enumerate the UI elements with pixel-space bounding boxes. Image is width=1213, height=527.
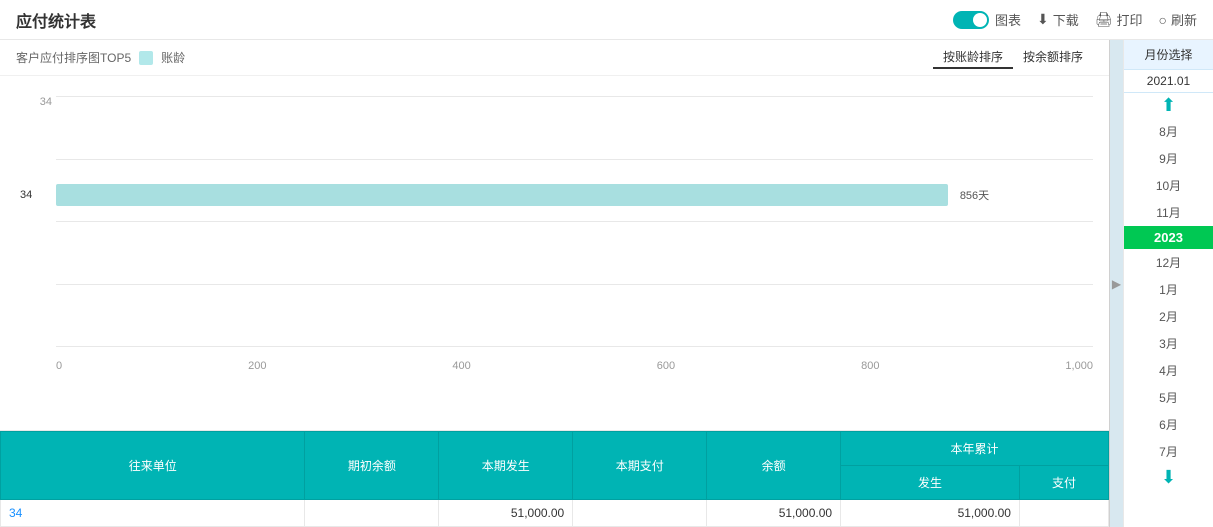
refresh-label: 刷新 (1171, 10, 1197, 29)
data-table: 往来单位 期初余额 本期发生 本期支付 余额 本年累计 发生 支付 (0, 431, 1109, 527)
th-unit: 往来单位 (1, 432, 305, 500)
print-label: 打印 (1117, 10, 1143, 29)
sidebar-month-11[interactable]: 7月 (1124, 438, 1213, 465)
x-label-5: 1,000 (1065, 360, 1093, 372)
toggle-thumb (973, 13, 987, 27)
sidebar-month-8[interactable]: 4月 (1124, 357, 1213, 384)
sidebar-year-input[interactable] (1124, 70, 1213, 93)
sidebar-month-7[interactable]: 3月 (1124, 330, 1213, 357)
bar-fill-0 (56, 184, 948, 206)
sidebar-month-list: ⬆ 8月9月10月11月202312月1月2月3月4月5月6月7月 ⬇ (1124, 93, 1213, 527)
legend-label: 客户应付排序图TOP5 (16, 49, 131, 66)
toggle-track[interactable] (953, 11, 989, 29)
sidebar-month-6[interactable]: 2月 (1124, 303, 1213, 330)
sort-by-account-btn[interactable]: 按账龄排序 (933, 46, 1013, 69)
sidebar: 月份选择 ⬆ 8月9月10月11月202312月1月2月3月4月5月6月7月 ⬇ (1123, 40, 1213, 527)
chart-x-axis: 0 200 400 600 800 1,000 (56, 356, 1093, 376)
td-unit-0: 34 (1, 500, 305, 527)
sidebar-month-0[interactable]: 8月 (1124, 118, 1213, 145)
bar-label-0: 34 (20, 189, 32, 201)
sidebar-down-arrow[interactable]: ⬇ (1124, 465, 1213, 490)
sort-by-amount-btn[interactable]: 按余额排序 (1013, 46, 1093, 69)
x-label-0: 0 (56, 360, 62, 372)
x-label-3: 600 (657, 360, 675, 372)
td-col6b-0 (1019, 500, 1108, 527)
sidebar-month-3[interactable]: 11月 (1124, 199, 1213, 226)
bar-chart-wrapper: 34 34856天 0200 (0, 76, 1109, 430)
x-label-2: 400 (452, 360, 470, 372)
th-balance: 余额 (707, 432, 841, 500)
sidebar-month-5[interactable]: 1月 (1124, 276, 1213, 303)
sidebar-month-2[interactable]: 10月 (1124, 172, 1213, 199)
table-area: 往来单位 期初余额 本期发生 本期支付 余额 本年累计 发生 支付 (0, 430, 1109, 527)
th-period-occur: 本期发生 (439, 432, 573, 500)
sidebar-up-arrow[interactable]: ⬆ (1124, 93, 1213, 118)
download-label: 下载 (1053, 10, 1079, 29)
chevron-right-icon: ▶ (1112, 277, 1121, 291)
download-icon: ⬇ (1037, 11, 1049, 28)
sidebar-header-label: 月份选择 (1124, 40, 1213, 70)
chart-header: 客户应付排序图TOP5 账龄 按账龄排序 按余额排序 (0, 40, 1109, 76)
th-period-pay: 本期支付 (573, 432, 707, 500)
th-opening-balance: 期初余额 (305, 432, 439, 500)
bar-row-0: 34856天 (56, 184, 1093, 206)
th-ytd-occur: 发生 (841, 466, 1020, 500)
refresh-icon: ○ (1159, 12, 1167, 28)
header: 应付统计表 图表 ⬇ 下载 🖨 打印 ○ 刷新 (0, 0, 1213, 40)
td-col4-0 (573, 500, 707, 527)
refresh-button[interactable]: ○ 刷新 (1159, 10, 1197, 29)
chart-y-axis: 34 (16, 96, 56, 346)
main-content: 客户应付排序图TOP5 账龄 按账龄排序 按余额排序 34 (0, 40, 1213, 527)
sidebar-year-marker: 2023 (1124, 226, 1213, 249)
chart-toggle-label: 图表 (995, 10, 1021, 29)
y-label-34: 34 (40, 96, 52, 108)
x-label-4: 800 (861, 360, 879, 372)
table-row: 3451,000.0051,000.0051,000.00 (1, 500, 1109, 527)
chart-area: 客户应付排序图TOP5 账龄 按账龄排序 按余额排序 34 (0, 40, 1109, 527)
chart-legend: 客户应付排序图TOP5 账龄 (16, 49, 185, 66)
gridline-bottom (56, 346, 1093, 347)
td-col6a-0: 51,000.00 (841, 500, 1020, 527)
x-label-1: 200 (248, 360, 266, 372)
chart-bars: 34856天 (56, 96, 1093, 346)
th-ytd-pay: 支付 (1019, 466, 1108, 500)
sidebar-month-4[interactable]: 12月 (1124, 249, 1213, 276)
sidebar-month-9[interactable]: 5月 (1124, 384, 1213, 411)
chart-toggle[interactable]: 图表 (953, 10, 1021, 29)
td-col5-0: 51,000.00 (707, 500, 841, 527)
download-button[interactable]: ⬇ 下载 (1037, 10, 1079, 29)
print-button[interactable]: 🖨 打印 (1095, 10, 1143, 29)
bar-value-0: 856天 (960, 187, 989, 203)
legend-color-box (139, 51, 153, 65)
unit-link-0[interactable]: 34 (9, 506, 22, 520)
sidebar-month-10[interactable]: 6月 (1124, 411, 1213, 438)
header-actions: 图表 ⬇ 下载 🖨 打印 ○ 刷新 (953, 10, 1197, 29)
print-icon: 🖨 (1095, 11, 1113, 28)
td-col3-0: 51,000.00 (439, 500, 573, 527)
legend-color-label: 账龄 (161, 49, 185, 66)
sort-buttons: 按账龄排序 按余额排序 (933, 46, 1093, 69)
td-col2-0 (305, 500, 439, 527)
sidebar-month-1[interactable]: 9月 (1124, 145, 1213, 172)
th-ytd-group: 本年累计 (841, 432, 1109, 466)
sidebar-collapse-arrow[interactable]: ▶ (1109, 40, 1123, 527)
bar-chart: 34 34856天 0200 (16, 86, 1093, 376)
page-title: 应付统计表 (16, 8, 96, 32)
